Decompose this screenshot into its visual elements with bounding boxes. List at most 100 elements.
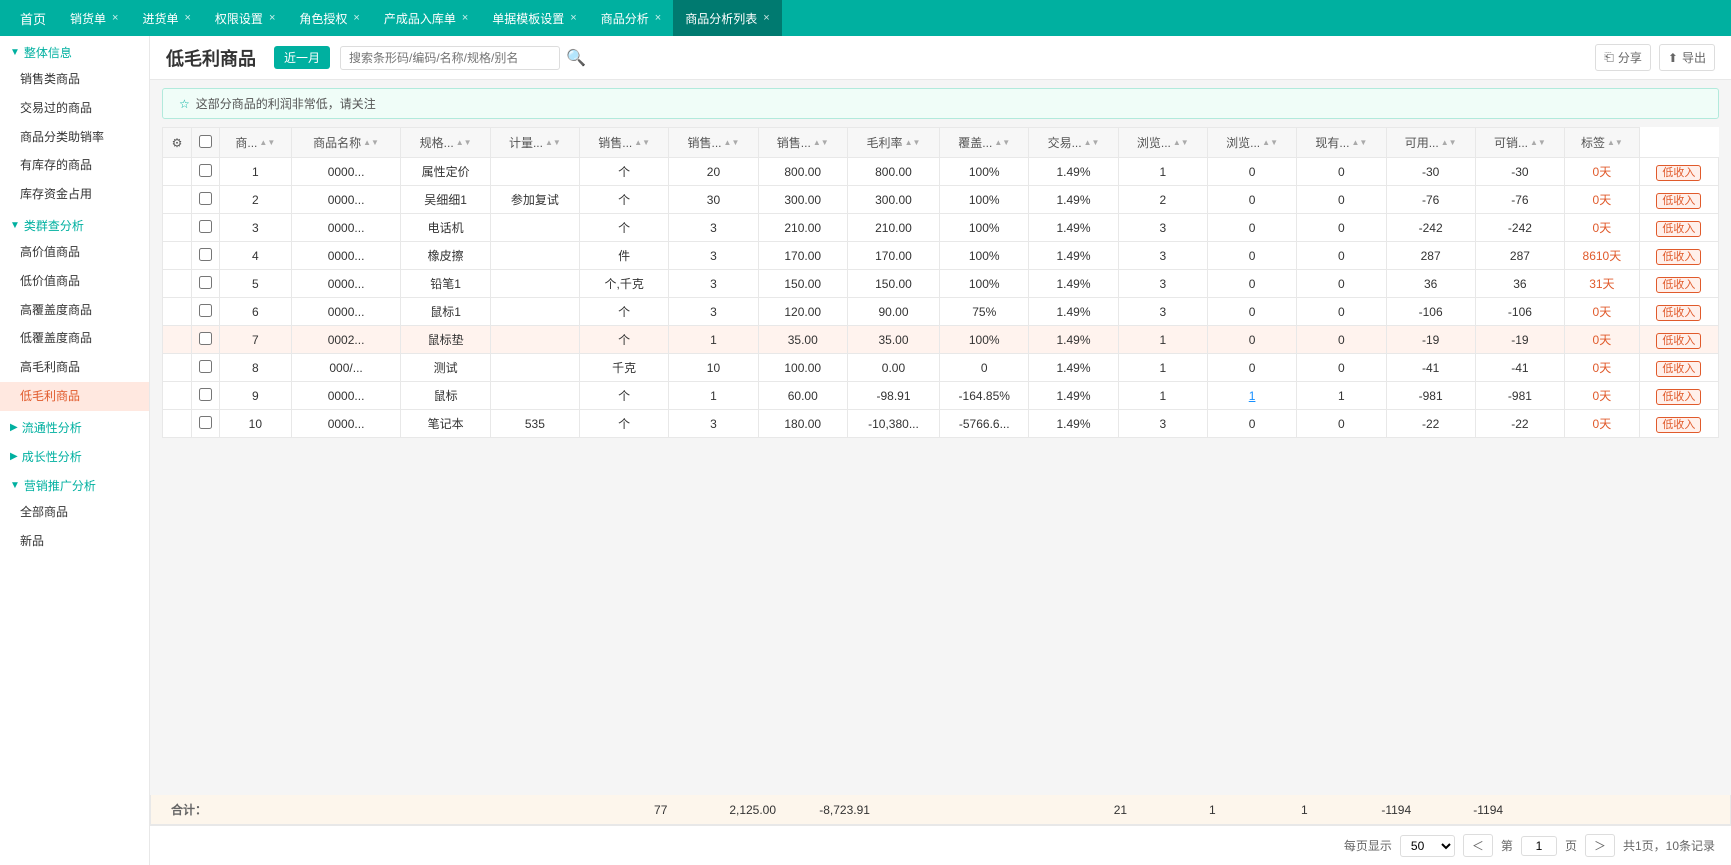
- content-area: 低毛利商品 近一月 🔍 ⎗ 分享 ⬆ 导出 ☆ 这部分商品的利润非常低，请关注: [150, 36, 1731, 865]
- cell-browse1[interactable]: 1: [1207, 382, 1296, 410]
- row-checkbox[interactable]: [199, 276, 212, 289]
- sidebar-item-category-rate[interactable]: 商品分类助销率: [0, 123, 149, 152]
- cell-tag: 低收入: [1639, 270, 1718, 298]
- cell-checkbox[interactable]: [191, 298, 219, 326]
- cell-checkbox[interactable]: [191, 242, 219, 270]
- cell-unit: 件: [580, 242, 669, 270]
- prev-page-button[interactable]: ＜: [1463, 834, 1493, 857]
- cell-checkbox[interactable]: [191, 354, 219, 382]
- sort-browse2[interactable]: ▲▼: [1262, 139, 1278, 147]
- cell-no: 6: [219, 298, 291, 326]
- sidebar-item-new-goods[interactable]: 新品: [0, 527, 149, 556]
- nav-close-permissions[interactable]: ×: [269, 12, 275, 24]
- sidebar-item-capital-usage[interactable]: 库存资金占用: [0, 180, 149, 209]
- th-checkbox[interactable]: [191, 128, 219, 158]
- browse1-link[interactable]: 1: [1249, 389, 1256, 403]
- next-page-button[interactable]: ＞: [1585, 834, 1615, 857]
- nav-close-purchase[interactable]: ×: [184, 12, 190, 24]
- row-checkbox[interactable]: [199, 192, 212, 205]
- export-button[interactable]: ⬆ 导出: [1659, 44, 1715, 71]
- sort-gross-rate[interactable]: ▲▼: [905, 139, 921, 147]
- table-row: 1 0000... 属性定价 个 20 800.00 800.00 100% 1…: [163, 158, 1719, 186]
- cell-code: 0000...: [291, 270, 401, 298]
- nav-close-roles[interactable]: ×: [353, 12, 359, 24]
- cell-checkbox[interactable]: [191, 186, 219, 214]
- cell-name: 笔记本: [401, 410, 490, 438]
- cell-saleable: 0天: [1565, 214, 1640, 242]
- share-button[interactable]: ⎗ 分享: [1595, 44, 1651, 71]
- sidebar-group-marketing[interactable]: ▼ 营销推广分析: [0, 469, 149, 498]
- nav-roles[interactable]: 角色授权 ×: [287, 0, 371, 36]
- sort-saleable[interactable]: ▲▼: [1530, 139, 1546, 147]
- row-checkbox[interactable]: [199, 220, 212, 233]
- nav-close-analysis-list[interactable]: ×: [763, 12, 769, 24]
- cell-trade: 3: [1118, 242, 1207, 270]
- nav-sales[interactable]: 销货单 ×: [58, 0, 130, 36]
- sort-trade[interactable]: ▲▼: [1084, 139, 1100, 147]
- row-checkbox[interactable]: [199, 304, 212, 317]
- nav-close-sales[interactable]: ×: [112, 12, 118, 24]
- sidebar-item-sales-goods[interactable]: 销售类商品: [0, 65, 149, 94]
- sidebar-group-cluster[interactable]: ▼ 类群查分析: [0, 209, 149, 238]
- sort-name[interactable]: ▲▼: [363, 139, 379, 147]
- sort-current[interactable]: ▲▼: [1351, 139, 1367, 147]
- sidebar-group-flow[interactable]: ▶ 流通性分析: [0, 411, 149, 440]
- sort-sales-amount[interactable]: ▲▼: [724, 139, 740, 147]
- sidebar-item-stock-goods[interactable]: 有库存的商品: [0, 151, 149, 180]
- sidebar-item-all-goods[interactable]: 全部商品: [0, 498, 149, 527]
- nav-close-analysis[interactable]: ×: [655, 12, 661, 24]
- cell-browse2: 0: [1297, 214, 1386, 242]
- cell-checkbox[interactable]: [191, 326, 219, 354]
- nav-home[interactable]: 首页: [8, 0, 58, 36]
- nav-analysis-list[interactable]: 商品分析列表 ×: [673, 0, 781, 36]
- sidebar-item-low-coverage[interactable]: 低覆盖度商品: [0, 324, 149, 353]
- th-settings[interactable]: ⚙: [163, 128, 192, 158]
- sidebar-item-high-margin[interactable]: 高毛利商品: [0, 353, 149, 382]
- cell-checkbox[interactable]: [191, 214, 219, 242]
- search-button[interactable]: 🔍: [566, 48, 586, 68]
- search-input[interactable]: [340, 46, 560, 70]
- cell-name: 橡皮擦: [401, 242, 490, 270]
- sort-coverage[interactable]: ▲▼: [994, 139, 1010, 147]
- row-checkbox[interactable]: [199, 164, 212, 177]
- sidebar-item-low-margin[interactable]: 低毛利商品: [0, 382, 149, 411]
- nav-permissions[interactable]: 权限设置 ×: [203, 0, 287, 36]
- nav-close-template[interactable]: ×: [570, 12, 576, 24]
- table-row: 6 0000... 鼠标1 个 3 120.00 90.00 75% 1.49%…: [163, 298, 1719, 326]
- nav-analysis[interactable]: 商品分析 ×: [589, 0, 673, 36]
- sidebar-item-low-value[interactable]: 低价值商品: [0, 267, 149, 296]
- per-page-select[interactable]: 50 100 200: [1400, 835, 1455, 857]
- sort-sales-qty[interactable]: ▲▼: [634, 139, 650, 147]
- sort-browse1[interactable]: ▲▼: [1173, 139, 1189, 147]
- row-checkbox[interactable]: [199, 416, 212, 429]
- row-checkbox[interactable]: [199, 388, 212, 401]
- settings-icon[interactable]: ⚙: [172, 136, 183, 150]
- nav-template[interactable]: 单据模板设置 ×: [480, 0, 588, 36]
- nav-purchase[interactable]: 进货单 ×: [130, 0, 202, 36]
- sort-code[interactable]: ▲▼: [259, 139, 275, 147]
- row-checkbox[interactable]: [199, 332, 212, 345]
- row-checkbox[interactable]: [199, 248, 212, 261]
- sort-tag[interactable]: ▲▼: [1607, 139, 1623, 147]
- sidebar-item-traded-goods[interactable]: 交易过的商品: [0, 94, 149, 123]
- nav-close-product-entry[interactable]: ×: [462, 12, 468, 24]
- row-checkbox[interactable]: [199, 360, 212, 373]
- page-number-input[interactable]: [1521, 836, 1557, 856]
- sidebar-item-high-value[interactable]: 高价值商品: [0, 238, 149, 267]
- date-filter-button[interactable]: 近一月: [274, 46, 330, 69]
- select-all-checkbox[interactable]: [199, 135, 212, 148]
- sidebar-item-high-coverage[interactable]: 高覆盖度商品: [0, 296, 149, 325]
- sort-available[interactable]: ▲▼: [1441, 139, 1457, 147]
- cell-checkbox[interactable]: [191, 158, 219, 186]
- sidebar-group-growth[interactable]: ▶ 成长性分析: [0, 440, 149, 469]
- cell-sales-amount: 170.00: [758, 242, 847, 270]
- sidebar-group-overall[interactable]: ▼ 整体信息: [0, 36, 149, 65]
- cell-checkbox[interactable]: [191, 382, 219, 410]
- sort-unit[interactable]: ▲▼: [545, 139, 561, 147]
- sort-spec[interactable]: ▲▼: [456, 139, 472, 147]
- cell-spec: [490, 382, 579, 410]
- sort-sales-profit[interactable]: ▲▼: [813, 139, 829, 147]
- nav-product-entry[interactable]: 产成品入库单 ×: [372, 0, 480, 36]
- cell-checkbox[interactable]: [191, 270, 219, 298]
- cell-checkbox[interactable]: [191, 410, 219, 438]
